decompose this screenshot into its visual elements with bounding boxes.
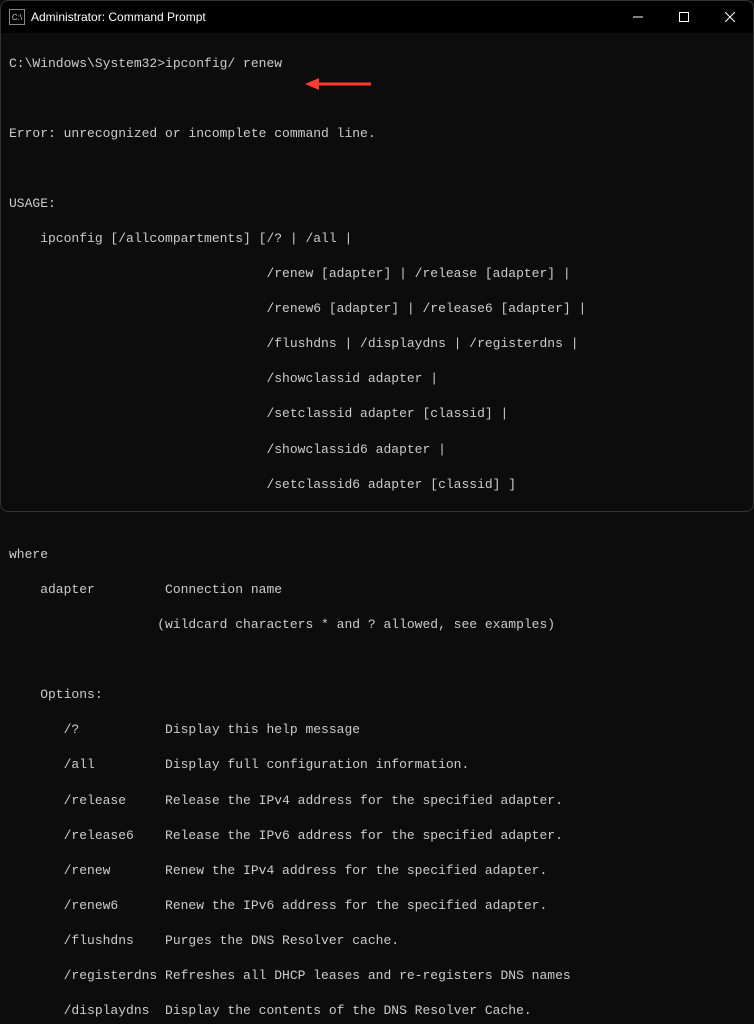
option-row: /? Display this help message (9, 721, 745, 739)
close-icon (725, 12, 735, 22)
maximize-icon (679, 12, 689, 22)
usage-option: /setclassid6 adapter [classid] ] (9, 476, 745, 494)
adapter-desc: (wildcard characters * and ? allowed, se… (9, 616, 745, 634)
usage-option: /setclassid adapter [classid] | (9, 405, 745, 423)
prompt-line: C:\Windows\System32>ipconfig/ renew (9, 55, 745, 73)
adapter-desc: adapter Connection name (9, 581, 745, 599)
option-row: /registerdns Refreshes all DHCP leases a… (9, 967, 745, 985)
close-button[interactable] (707, 1, 753, 33)
usage-label: USAGE: (9, 195, 745, 213)
prompt-path: C:\Windows\System32> (9, 56, 165, 71)
option-row: /release6 Release the IPv6 address for t… (9, 827, 745, 845)
blank-line (9, 160, 745, 178)
maximize-button[interactable] (661, 1, 707, 33)
blank-line (9, 651, 745, 669)
usage-option: /showclassid6 adapter | (9, 441, 745, 459)
option-row: /all Display full configuration informat… (9, 756, 745, 774)
blank-line (9, 511, 745, 529)
usage-syntax: ipconfig [/allcompartments] [/? | /all | (9, 230, 745, 248)
titlebar: C:\ Administrator: Command Prompt (1, 1, 753, 33)
window-controls (615, 1, 753, 33)
options-label: Options: (9, 686, 745, 704)
terminal-output[interactable]: C:\Windows\System32>ipconfig/ renew Erro… (1, 33, 753, 1024)
usage-option: /flushdns | /displaydns | /registerdns | (9, 335, 745, 353)
entered-command: ipconfig/ renew (165, 56, 282, 71)
error-line: Error: unrecognized or incomplete comman… (9, 125, 745, 143)
where-label: where (9, 546, 745, 564)
option-row: /displaydns Display the contents of the … (9, 1002, 745, 1020)
minimize-button[interactable] (615, 1, 661, 33)
usage-option: /renew [adapter] | /release [adapter] | (9, 265, 745, 283)
usage-option: /renew6 [adapter] | /release6 [adapter] … (9, 300, 745, 318)
blank-line (9, 90, 745, 108)
option-row: /renew6 Renew the IPv6 address for the s… (9, 897, 745, 915)
usage-option: /showclassid adapter | (9, 370, 745, 388)
option-row: /renew Renew the IPv4 address for the sp… (9, 862, 745, 880)
minimize-icon (633, 12, 643, 22)
option-row: /flushdns Purges the DNS Resolver cache. (9, 932, 745, 950)
cmd-icon: C:\ (9, 9, 25, 25)
annotation-arrow (303, 39, 373, 129)
option-row: /release Release the IPv4 address for th… (9, 792, 745, 810)
window-title: Administrator: Command Prompt (31, 10, 615, 24)
